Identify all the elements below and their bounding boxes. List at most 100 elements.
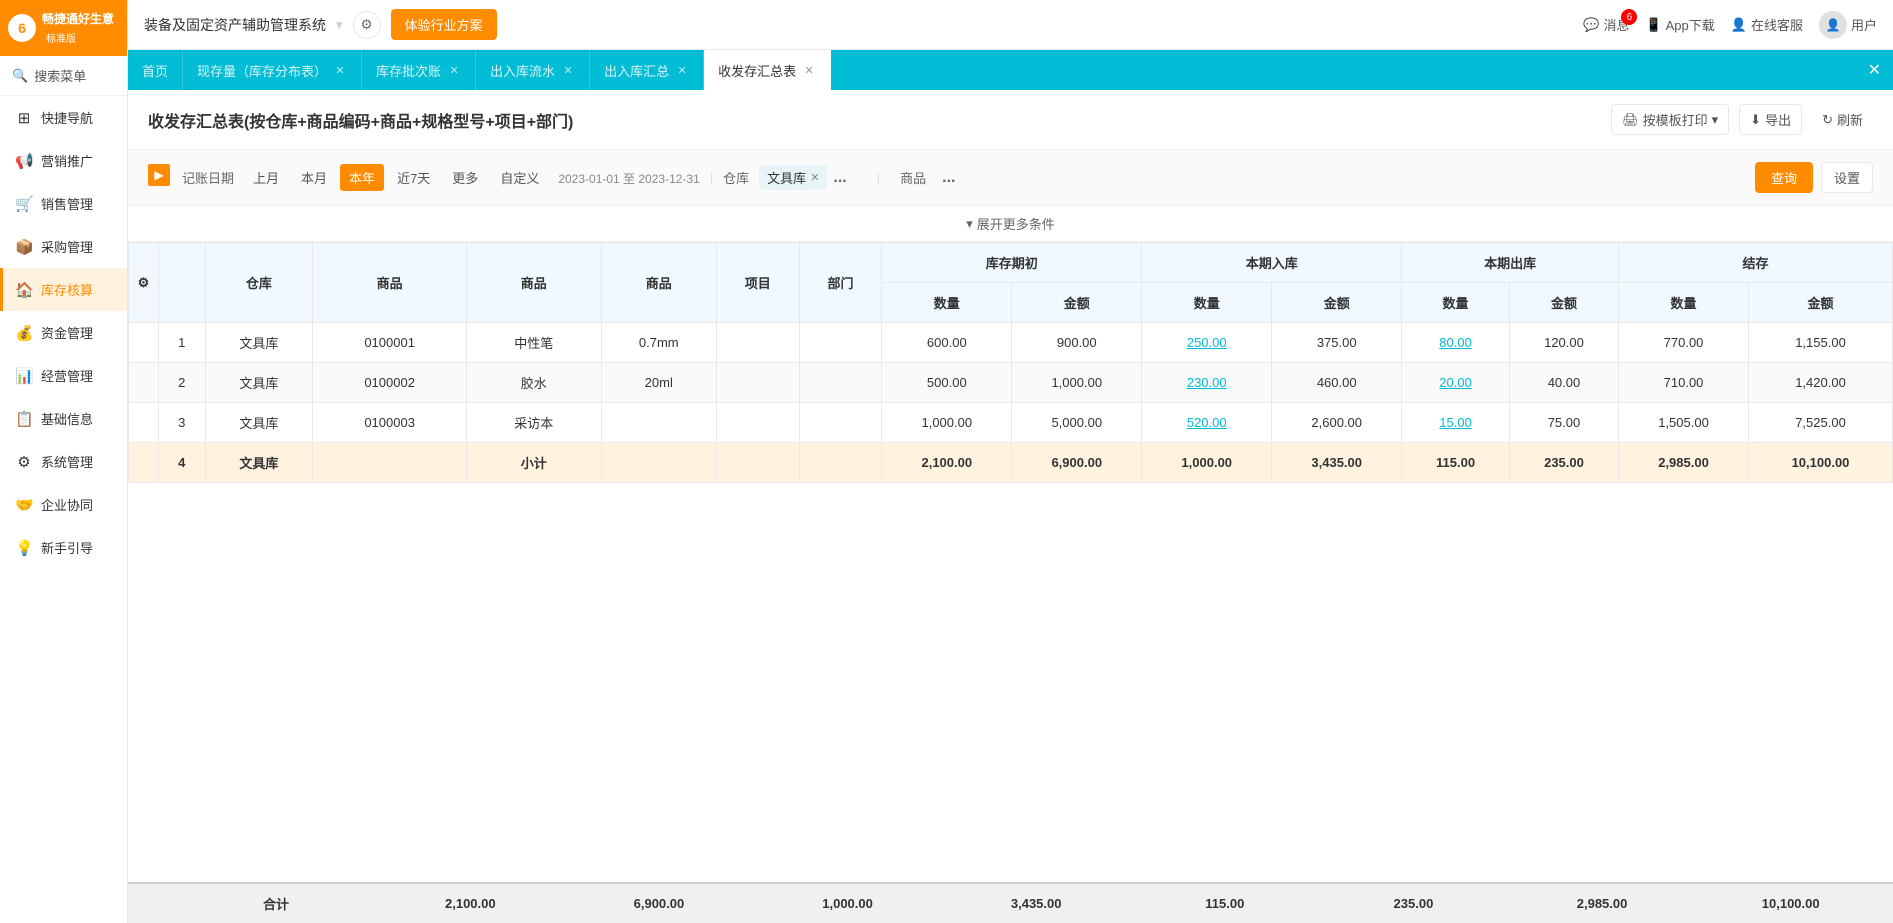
logo-tag: 标准版	[42, 29, 80, 46]
online-service-item[interactable]: 👤 在线客服	[1731, 15, 1803, 34]
refresh-icon: ↻	[1822, 112, 1833, 128]
date-filter-label: 记账日期	[182, 168, 234, 187]
row-out-qty[interactable]: 20.00	[1402, 363, 1510, 403]
warehouse-more-btn[interactable]: ...	[833, 169, 846, 187]
row-in-amt: 2,600.00	[1272, 403, 1402, 443]
col-warehouse-header: 仓库	[205, 243, 313, 323]
message-item[interactable]: 💬 消息 6	[1583, 15, 1629, 34]
sidebar-item-marketing[interactable]: 📢营销推广	[0, 139, 127, 182]
row-balance-amt: 1,155.00	[1749, 323, 1893, 363]
sidebar-item-quick-nav[interactable]: ⊞快捷导航	[0, 96, 127, 139]
date-shortcut-2[interactable]: 本年	[340, 164, 384, 191]
row-warehouse: 文具库	[205, 323, 313, 363]
marketing-label: 营销推广	[41, 151, 93, 170]
sidebar-item-system[interactable]: ⚙系统管理	[0, 440, 127, 483]
system-icon: ⚙	[15, 453, 33, 471]
row-out-amt: 120.00	[1509, 323, 1618, 363]
goods-more-btn[interactable]: ...	[942, 169, 955, 187]
row-goods-code	[313, 443, 467, 483]
purchase-icon: 📦	[15, 238, 33, 256]
warehouse-tag[interactable]: 文具库 ✕	[759, 165, 827, 190]
tab-close-in-out-summary[interactable]: ✕	[675, 63, 689, 77]
col-in-qty-header: 数量	[1142, 283, 1272, 323]
sidebar-logo: 6 畅捷通好生意 标准版	[0, 0, 127, 56]
user-label: 用户	[1851, 15, 1877, 34]
date-shortcut-5[interactable]: 自定义	[491, 164, 548, 191]
print-icon: 🖨	[1622, 112, 1639, 128]
col-balance-amt-header: 金额	[1749, 283, 1893, 323]
tab-bar-close-btn[interactable]: ✕	[1856, 60, 1893, 80]
date-shortcut-3[interactable]: 近7天	[388, 164, 439, 191]
tab-close-inventory-dist[interactable]: ✕	[333, 63, 347, 77]
refresh-button[interactable]: ↻ 刷新	[1812, 105, 1873, 134]
row-goods-spec	[601, 443, 716, 483]
sidebar-item-basic[interactable]: 📋基础信息	[0, 397, 127, 440]
warehouse-filter-label: 仓库	[723, 168, 749, 187]
tab-close-recv-send-summary[interactable]: ✕	[802, 63, 816, 77]
tab-in-out-summary[interactable]: 出入库汇总✕	[590, 50, 704, 90]
tab-batch-ledger[interactable]: 库存批次账✕	[362, 50, 476, 90]
date-shortcut-1[interactable]: 本月	[292, 164, 336, 191]
row-in-qty[interactable]: 250.00	[1142, 323, 1272, 363]
row-goods-spec	[601, 403, 716, 443]
sidebar-item-operation[interactable]: 📊经营管理	[0, 354, 127, 397]
tab-close-batch-ledger[interactable]: ✕	[447, 63, 461, 77]
col-goods-spec-header: 商品	[601, 243, 716, 323]
row-balance-qty: 710.00	[1619, 363, 1749, 403]
row-in-qty[interactable]: 230.00	[1142, 363, 1272, 403]
print-button[interactable]: 🖨 按模板打印 ▾	[1611, 104, 1729, 135]
filter-toggle-btn[interactable]: ▶	[148, 164, 170, 186]
enterprise-label: 企业协同	[41, 495, 93, 514]
sidebar-item-sales[interactable]: 🛒销售管理	[0, 182, 127, 225]
row-out-qty[interactable]: 15.00	[1402, 403, 1510, 443]
row-settings[interactable]	[129, 323, 159, 363]
filter-setting-btn[interactable]: 设置	[1821, 162, 1873, 193]
row-settings[interactable]	[129, 403, 159, 443]
row-project	[716, 443, 799, 483]
quick-nav-icon: ⊞	[15, 109, 33, 127]
row-settings[interactable]	[129, 363, 159, 403]
row-balance-qty: 2,985.00	[1619, 443, 1749, 483]
row-goods-name: 中性笔	[467, 323, 602, 363]
tab-close-in-out-flow[interactable]: ✕	[561, 63, 575, 77]
tab-in-out-flow[interactable]: 出入库流水✕	[476, 50, 590, 90]
tab-inventory-dist[interactable]: 现存量（库存分布表）✕	[183, 50, 362, 90]
logo-text-block: 畅捷通好生意 标准版	[42, 10, 114, 46]
tab-recv-send-summary[interactable]: 收发存汇总表✕	[704, 50, 831, 90]
export-button[interactable]: ⬇ 导出	[1739, 104, 1802, 135]
app-download-item[interactable]: 📱 App下载	[1645, 15, 1714, 34]
row-warehouse: 文具库	[205, 363, 313, 403]
user-item[interactable]: 👤 用户	[1819, 11, 1877, 39]
sidebar-item-purchase[interactable]: 📦 采购管理	[0, 225, 127, 268]
warehouse-filter: 文具库 ✕ ...	[759, 165, 847, 190]
row-out-amt: 75.00	[1509, 403, 1618, 443]
trial-button[interactable]: 体验行业方案	[391, 9, 497, 40]
row-in-qty[interactable]: 520.00	[1142, 403, 1272, 443]
date-shortcut-0[interactable]: 上月	[244, 164, 288, 191]
footer-balance-amt: 10,100.00	[1696, 896, 1885, 911]
footer-in-qty: 1,000.00	[753, 896, 942, 911]
tab-home[interactable]: 首页	[128, 50, 183, 90]
col-settings-header[interactable]: ⚙	[129, 243, 159, 323]
search-menu-item[interactable]: 🔍 搜索菜单	[0, 56, 127, 96]
date-shortcut-4[interactable]: 更多	[443, 164, 487, 191]
row-opening-qty: 1,000.00	[882, 403, 1012, 443]
row-in-qty: 1,000.00	[1142, 443, 1272, 483]
logo-icon: 6	[8, 14, 36, 42]
purchase-label: 采购管理	[41, 237, 93, 256]
logo-text: 畅捷通好生意	[42, 10, 114, 27]
sidebar-item-enterprise[interactable]: 🤝企业协同	[0, 483, 127, 526]
row-opening-qty: 2,100.00	[882, 443, 1012, 483]
query-button[interactable]: 查询	[1755, 162, 1813, 193]
expand-conditions-bar[interactable]: ▾ 展开更多条件	[128, 206, 1893, 242]
row-out-qty[interactable]: 80.00	[1402, 323, 1510, 363]
sidebar-item-newbie[interactable]: 💡新手引导	[0, 526, 127, 569]
warehouse-tag-remove[interactable]: ✕	[810, 171, 819, 184]
sidebar-item-inventory[interactable]: 🏠库存核算	[0, 268, 127, 311]
col-opening-qty-header: 数量	[882, 283, 1012, 323]
sidebar-item-finance[interactable]: 💰资金管理	[0, 311, 127, 354]
data-table: ⚙ 仓库 商品 商品 商品 项目 部门 库存期初 本期入库 本期出库 结存	[128, 242, 1893, 483]
settings-button[interactable]: ⚙	[353, 11, 381, 39]
row-goods-spec: 0.7mm	[601, 323, 716, 363]
page-title: 收发存汇总表(按仓库+商品编码+商品+规格型号+项目+部门)	[148, 108, 573, 146]
